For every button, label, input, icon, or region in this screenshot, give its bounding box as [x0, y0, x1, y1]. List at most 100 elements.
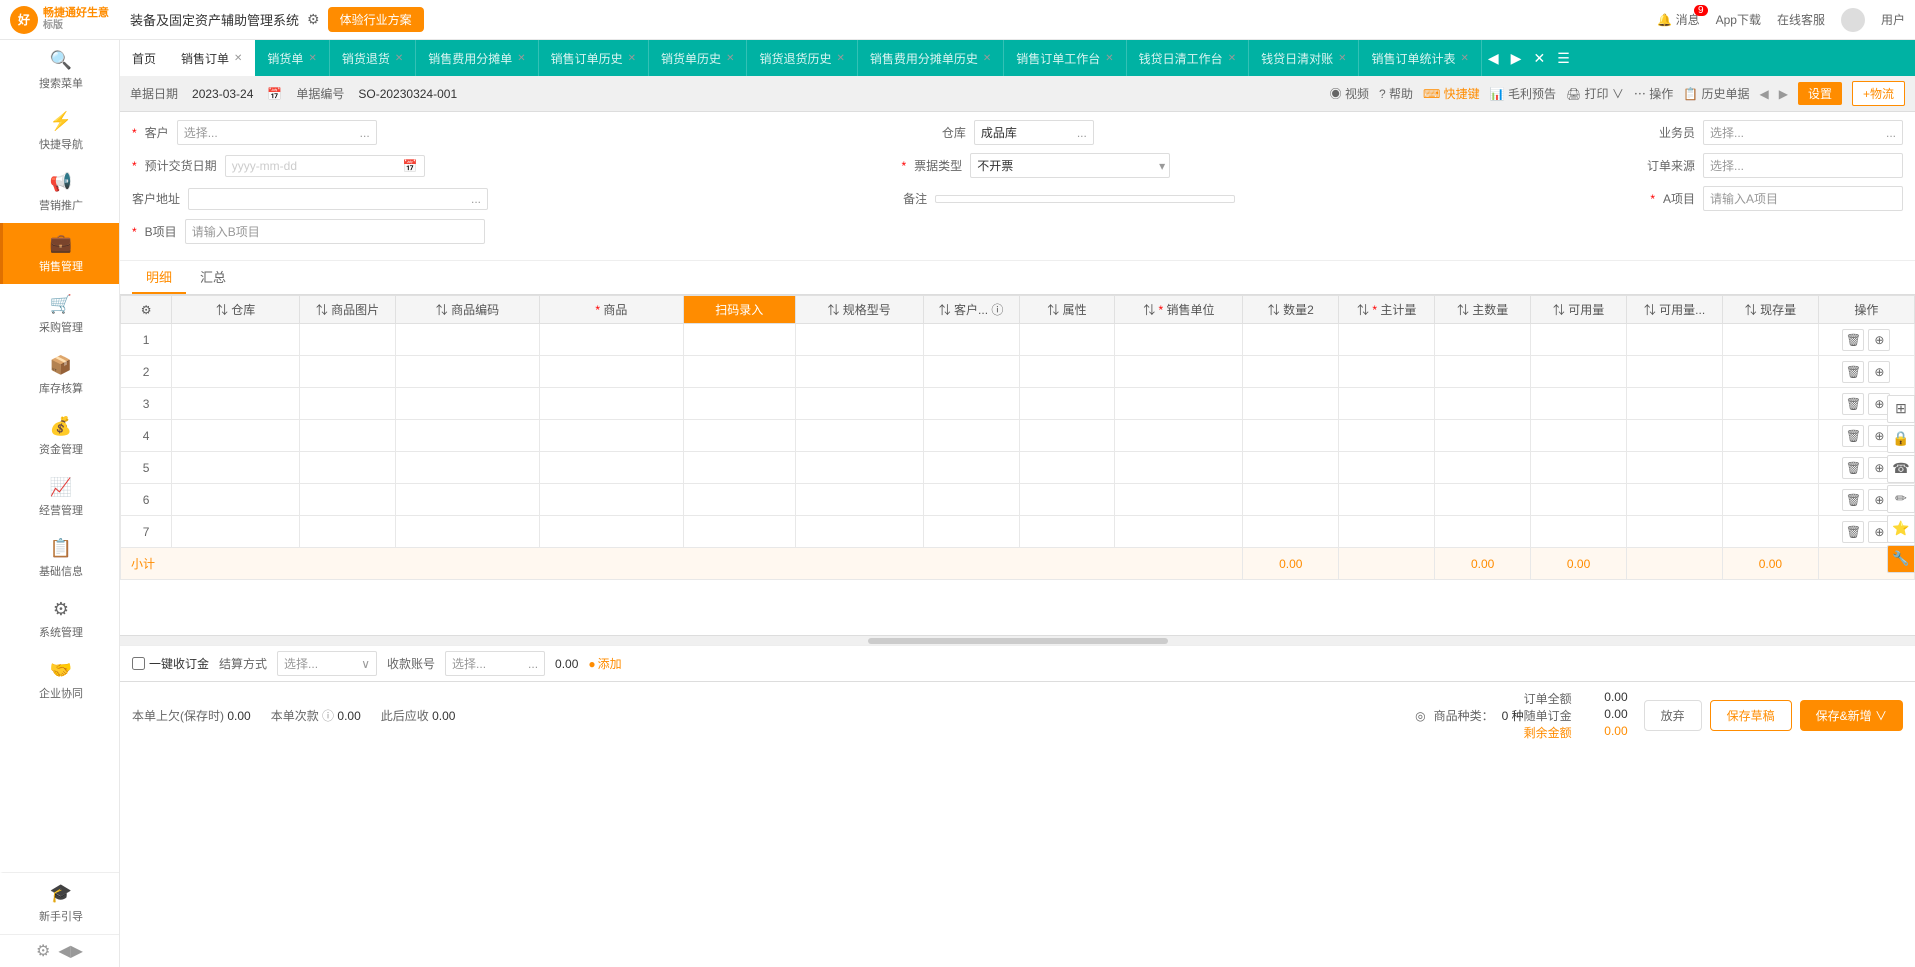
row3-unit[interactable]	[1115, 388, 1243, 420]
salesperson-more-icon[interactable]: ...	[1886, 126, 1896, 140]
tab-goods-history[interactable]: 销货单历史 ✕	[649, 40, 747, 76]
row2-delete-btn[interactable]: 🗑	[1842, 361, 1864, 383]
tab-return-history[interactable]: 销货退货历史 ✕	[747, 40, 857, 76]
settings-bottom-icon[interactable]: ⚙	[36, 941, 50, 961]
add-logistics-button[interactable]: +物流	[1852, 81, 1905, 106]
row2-code[interactable]	[395, 356, 539, 388]
nav-prev-icon[interactable]: ◀	[1760, 87, 1769, 101]
row2-product[interactable]	[539, 356, 683, 388]
gear-icon[interactable]: ⚙	[307, 11, 320, 28]
tab-menu-btn[interactable]: ☰	[1551, 40, 1576, 76]
row3-product[interactable]	[539, 388, 683, 420]
col-warehouse[interactable]: ⇅ 仓库	[172, 296, 300, 324]
order-source-select[interactable]: 选择...	[1703, 153, 1903, 178]
tab-detail[interactable]: 明细	[132, 261, 186, 294]
row1-avail[interactable]	[1531, 324, 1627, 356]
addr-more-icon[interactable]: ...	[471, 192, 481, 206]
app-download-link[interactable]: App下载	[1716, 11, 1761, 28]
warehouse-select[interactable]: 成品库 ...	[974, 120, 1094, 145]
sidebar-item-system[interactable]: ⚙ 系统管理	[0, 589, 119, 650]
col-qty2[interactable]: ⇅ 数量2	[1243, 296, 1339, 324]
warehouse-more-icon[interactable]: ...	[1077, 126, 1087, 140]
sidebar-item-purchase[interactable]: 🛒 采购管理	[0, 284, 119, 345]
row1-attr[interactable]	[1019, 324, 1115, 356]
col-spec[interactable]: ⇅ 规格型号	[795, 296, 923, 324]
float-btn-5[interactable]: ⭐	[1887, 515, 1915, 543]
sidebar-item-inventory[interactable]: 📦 库存核算	[0, 345, 119, 406]
close-icon[interactable]: ✕	[308, 53, 316, 64]
nav-next-icon[interactable]: ▶	[1779, 87, 1788, 101]
row1-scan[interactable]	[683, 324, 795, 356]
row2-customer[interactable]	[923, 356, 1019, 388]
row2-spec[interactable]	[795, 356, 923, 388]
row1-code[interactable]	[395, 324, 539, 356]
close-icon[interactable]: ✕	[517, 53, 525, 64]
row3-avail[interactable]	[1531, 388, 1627, 420]
col-img[interactable]: ⇅ 商品图片	[300, 296, 396, 324]
sidebar-item-quick[interactable]: ⚡ 快捷导航	[0, 101, 119, 162]
print-btn[interactable]: 🖨 打印 ∨	[1566, 85, 1624, 102]
solution-button[interactable]: 体验行业方案	[328, 7, 424, 32]
float-btn-2[interactable]: 🔒	[1887, 425, 1915, 453]
profit-forecast-btn[interactable]: 📊 毛利预告	[1490, 85, 1556, 102]
row1-copy-btn[interactable]: ⊕	[1868, 329, 1890, 351]
sidebar-item-collab[interactable]: 🤝 企业协同	[0, 650, 119, 711]
col-product[interactable]: * 商品	[539, 296, 683, 324]
tab-sales-order[interactable]: 销售订单 ✕	[169, 40, 255, 76]
sidebar-item-operations[interactable]: 📈 经营管理	[0, 467, 119, 528]
row1-unit[interactable]	[1115, 324, 1243, 356]
close-icon[interactable]: ✕	[983, 53, 991, 64]
row3-spec[interactable]	[795, 388, 923, 420]
sidebar-item-sales[interactable]: 💼 销售管理	[0, 223, 119, 284]
row3-attr[interactable]	[1019, 388, 1115, 420]
tab-cash-daily[interactable]: 钱贷日清工作台 ✕	[1127, 40, 1249, 76]
col-main-qty[interactable]: ⇅ 主数量	[1435, 296, 1531, 324]
row6-delete-btn[interactable]: 🗑	[1842, 489, 1864, 511]
notification-badge[interactable]: 🔔 9 消息	[1657, 11, 1699, 28]
sidebar-item-finance[interactable]: 💰 资金管理	[0, 406, 119, 467]
close-icon[interactable]: ✕	[395, 53, 403, 64]
row1-warehouse[interactable]	[172, 324, 300, 356]
row2-main-qty[interactable]	[1435, 356, 1531, 388]
checkout-method-select[interactable]: 选择... ∨	[277, 651, 377, 676]
account-select[interactable]: 选择... ...	[445, 651, 545, 676]
row1-img[interactable]	[300, 324, 396, 356]
float-btn-1[interactable]: ⊞	[1887, 395, 1915, 423]
collapse-sidebar-icon[interactable]: ◀▶	[58, 941, 83, 961]
invoice-select[interactable]: 不开票	[970, 153, 1170, 178]
salesperson-select[interactable]: 选择... ...	[1703, 120, 1903, 145]
row1-qty2[interactable]	[1243, 324, 1339, 356]
row3-code[interactable]	[395, 388, 539, 420]
sidebar-item-basic[interactable]: 📋 基础信息	[0, 528, 119, 589]
close-icon[interactable]: ✕	[234, 53, 242, 64]
col-customer[interactable]: ⇅ 客户... ⓘ	[923, 296, 1019, 324]
customer-more-icon[interactable]: ...	[360, 126, 370, 140]
tab-cost-alloc-history[interactable]: 销售费用分摊单历史 ✕	[858, 40, 1004, 76]
shortcut-icon[interactable]: ⌨ 快捷键	[1423, 85, 1480, 102]
col-code[interactable]: ⇅ 商品编码	[395, 296, 539, 324]
b-project-input[interactable]: 请输入B项目	[185, 219, 485, 244]
tab-home[interactable]: 首页	[120, 40, 169, 76]
row3-delete-btn[interactable]: 🗑	[1842, 393, 1864, 415]
quick-checkout-input[interactable]	[132, 657, 145, 670]
row3-scan[interactable]	[683, 388, 795, 420]
sidebar-item-guide[interactable]: 🎓 新手引导	[0, 872, 119, 934]
row3-main-qty[interactable]	[1435, 388, 1531, 420]
customer-addr-input[interactable]: ...	[188, 188, 488, 210]
float-btn-4[interactable]: ✏	[1887, 485, 1915, 513]
help-icon[interactable]: ? 帮助	[1379, 85, 1413, 102]
close-icon[interactable]: ✕	[628, 53, 636, 64]
row2-img[interactable]	[300, 356, 396, 388]
row3-img[interactable]	[300, 388, 396, 420]
tab-order-workbench[interactable]: 销售订单工作台 ✕	[1004, 40, 1126, 76]
row3-qty2[interactable]	[1243, 388, 1339, 420]
save-new-button[interactable]: 保存&新增 ∨	[1800, 700, 1903, 731]
tab-next-btn[interactable]: ▶	[1505, 40, 1528, 76]
delivery-input[interactable]: yyyy-mm-dd 📅	[225, 155, 425, 177]
close-icon[interactable]: ✕	[1461, 53, 1469, 64]
row2-stock[interactable]	[1722, 356, 1818, 388]
row3-customer[interactable]	[923, 388, 1019, 420]
tab-sales-summary[interactable]: 销售订单统计表 ✕	[1359, 40, 1481, 76]
row1-customer[interactable]	[923, 324, 1019, 356]
row1-main-unit[interactable]	[1339, 324, 1435, 356]
